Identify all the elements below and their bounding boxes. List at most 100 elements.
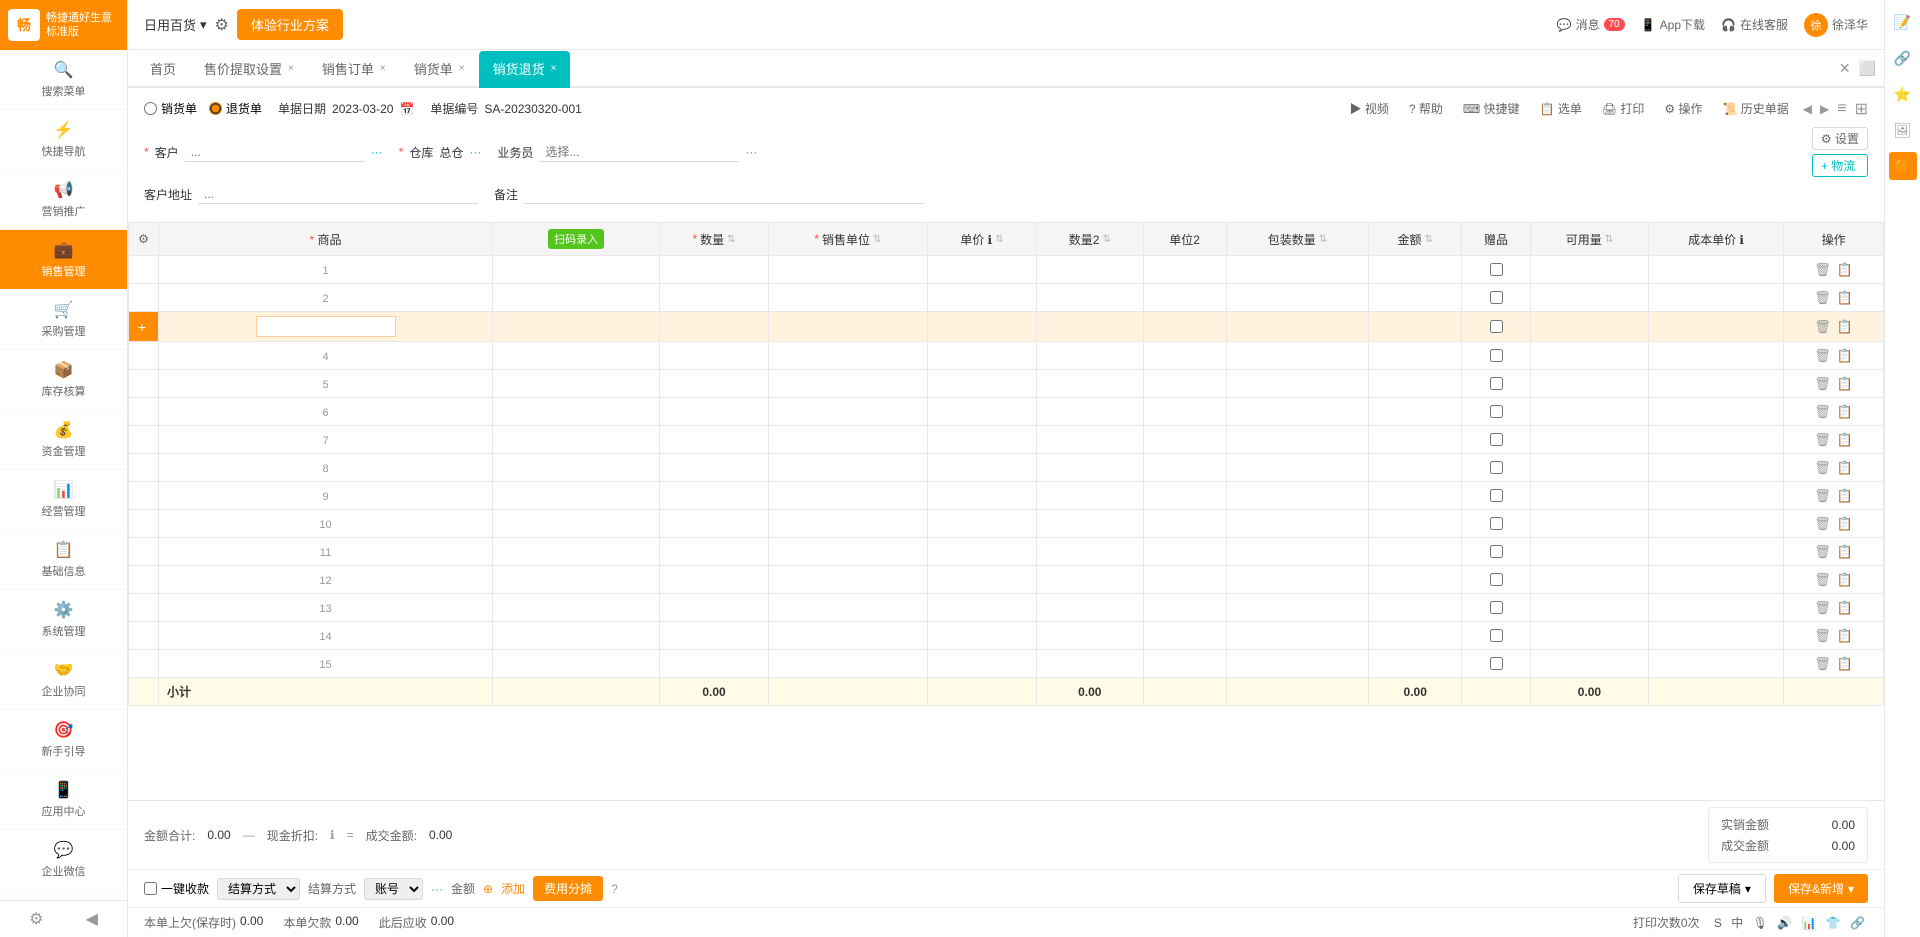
row-12-unit-price[interactable]	[927, 566, 1036, 594]
row-3-cost-price[interactable]	[1648, 312, 1784, 342]
account-more-icon[interactable]: ···	[431, 882, 443, 896]
row-13-qty2[interactable]	[1036, 594, 1143, 622]
row-12-sale-unit[interactable]	[768, 566, 927, 594]
row-5-cost-price[interactable]	[1648, 370, 1784, 398]
row-15-gift-checkbox[interactable]	[1490, 657, 1503, 670]
calendar-icon[interactable]: 📅	[399, 102, 414, 116]
row-2-cost-price[interactable]	[1648, 284, 1784, 312]
add-row-button[interactable]: +	[133, 318, 151, 336]
row-9-qty[interactable]	[660, 482, 769, 510]
module-selector[interactable]: 日用百货 ▾	[144, 15, 207, 34]
row-6-qty2[interactable]	[1036, 398, 1143, 426]
row-5-available[interactable]	[1531, 370, 1649, 398]
toolbar-print[interactable]: 🖨 打印	[1596, 98, 1651, 119]
row-4-unit-price[interactable]	[927, 342, 1036, 370]
sidebar-item-search[interactable]: 🔍 搜索菜单	[0, 50, 127, 110]
row-2-gift-checkbox[interactable]	[1490, 291, 1503, 304]
row-10-available[interactable]	[1531, 510, 1649, 538]
tab-sale-price[interactable]: 售价提取设置 ×	[190, 51, 308, 88]
row-9-qty2[interactable]	[1036, 482, 1143, 510]
row-14-gift-checkbox[interactable]	[1490, 629, 1503, 642]
column-settings-icon[interactable]: ⚙	[138, 232, 149, 246]
taskbar-icon-4[interactable]: 🔊	[1777, 916, 1792, 930]
row-9-goods[interactable]: 9	[159, 482, 493, 510]
user-profile[interactable]: 徐 徐泽华	[1804, 13, 1868, 37]
tab-maximize-icon[interactable]: ⬜	[1859, 60, 1876, 77]
tab-close-sale-order[interactable]: ×	[380, 63, 386, 74]
row-5-unit-price[interactable]	[927, 370, 1036, 398]
row-11-unit2[interactable]	[1143, 538, 1226, 566]
row-2-amount[interactable]	[1369, 284, 1462, 312]
account-select[interactable]: 账号	[364, 878, 423, 900]
row-10-qty[interactable]	[660, 510, 769, 538]
row-11-qty[interactable]	[660, 538, 769, 566]
tab-close-sale-goods[interactable]: ×	[459, 63, 465, 74]
row-2-available[interactable]	[1531, 284, 1649, 312]
radio-return[interactable]: 退货单	[209, 100, 262, 117]
row-12-qty2[interactable]	[1036, 566, 1143, 594]
row-10-copy-icon[interactable]: 📋	[1837, 516, 1853, 532]
note-input[interactable]	[524, 185, 924, 204]
sidebar-item-operations[interactable]: 📊 经营管理	[0, 470, 127, 530]
row-4-gift-checkbox[interactable]	[1490, 349, 1503, 362]
row-2-goods[interactable]: 2	[159, 284, 493, 312]
tab-close-sale-price[interactable]: ×	[288, 63, 294, 74]
sidebar-item-finance[interactable]: 💰 资金管理	[0, 410, 127, 470]
row-1-sale-unit[interactable]	[768, 256, 927, 284]
row-4-qty[interactable]	[660, 342, 769, 370]
row-7-gift-checkbox[interactable]	[1490, 433, 1503, 446]
row-15-delete-icon[interactable]: 🗑	[1814, 656, 1831, 672]
row-14-pack-qty[interactable]	[1226, 622, 1369, 650]
sidebar-item-basic[interactable]: 📋 基础信息	[0, 530, 127, 590]
row-11-cost-price[interactable]	[1648, 538, 1784, 566]
row-5-unit2[interactable]	[1143, 370, 1226, 398]
row-2-qty2[interactable]	[1036, 284, 1143, 312]
row-6-available[interactable]	[1531, 398, 1649, 426]
row-15-unit2[interactable]	[1143, 650, 1226, 678]
row-10-unit2[interactable]	[1143, 510, 1226, 538]
row-13-sale-unit[interactable]	[768, 594, 927, 622]
row-8-unit-price[interactable]	[927, 454, 1036, 482]
row-4-available[interactable]	[1531, 342, 1649, 370]
row-14-qty[interactable]	[660, 622, 769, 650]
row-1-qty2[interactable]	[1036, 256, 1143, 284]
sidebar-item-purchase[interactable]: 🛒 采购管理	[0, 290, 127, 350]
sidebar-item-wechat[interactable]: 💬 企业微信	[0, 830, 127, 890]
row-4-delete-icon[interactable]: 🗑	[1814, 348, 1831, 364]
row-1-unit2[interactable]	[1143, 256, 1226, 284]
radio-sale[interactable]: 销货单	[144, 100, 197, 117]
row-9-copy-icon[interactable]: 📋	[1837, 488, 1853, 504]
row-12-available[interactable]	[1531, 566, 1649, 594]
row-6-goods[interactable]: 6	[159, 398, 493, 426]
row-8-qty2[interactable]	[1036, 454, 1143, 482]
row-1-pack-qty[interactable]	[1226, 256, 1369, 284]
row-6-delete-icon[interactable]: 🗑	[1814, 404, 1831, 420]
row-6-sale-unit[interactable]	[768, 398, 927, 426]
row-5-qty2[interactable]	[1036, 370, 1143, 398]
history-prev-icon[interactable]: ◀	[1803, 102, 1812, 116]
row-9-unit-price[interactable]	[927, 482, 1036, 510]
topbar-settings-icon[interactable]: ⚙	[215, 15, 229, 35]
row-3-sale-unit[interactable]	[768, 312, 927, 342]
row-14-sale-unit[interactable]	[768, 622, 927, 650]
row-11-pack-qty[interactable]	[1226, 538, 1369, 566]
row-4-copy-icon[interactable]: 📋	[1837, 348, 1853, 364]
row-11-available[interactable]	[1531, 538, 1649, 566]
row-12-delete-icon[interactable]: 🗑	[1814, 572, 1831, 588]
row-7-qty[interactable]	[660, 426, 769, 454]
tab-home[interactable]: 首页	[136, 51, 190, 88]
row-8-delete-icon[interactable]: 🗑	[1814, 460, 1831, 476]
row-3-qty2[interactable]	[1036, 312, 1143, 342]
row-15-cost-price[interactable]	[1648, 650, 1784, 678]
row-1-delete-icon[interactable]: 🗑	[1814, 262, 1831, 278]
tab-close-all-icon[interactable]: ✕	[1839, 60, 1851, 77]
row-4-unit2[interactable]	[1143, 342, 1226, 370]
row-15-unit-price[interactable]	[927, 650, 1036, 678]
row-13-gift-checkbox[interactable]	[1490, 601, 1503, 614]
row-4-goods[interactable]: 4	[159, 342, 493, 370]
row-1-cost-price[interactable]	[1648, 256, 1784, 284]
add-payment-icon[interactable]: ⊕	[483, 882, 493, 896]
row-6-unit-price[interactable]	[927, 398, 1036, 426]
row-10-pack-qty[interactable]	[1226, 510, 1369, 538]
sidebar-item-system[interactable]: ⚙️ 系统管理	[0, 590, 127, 650]
